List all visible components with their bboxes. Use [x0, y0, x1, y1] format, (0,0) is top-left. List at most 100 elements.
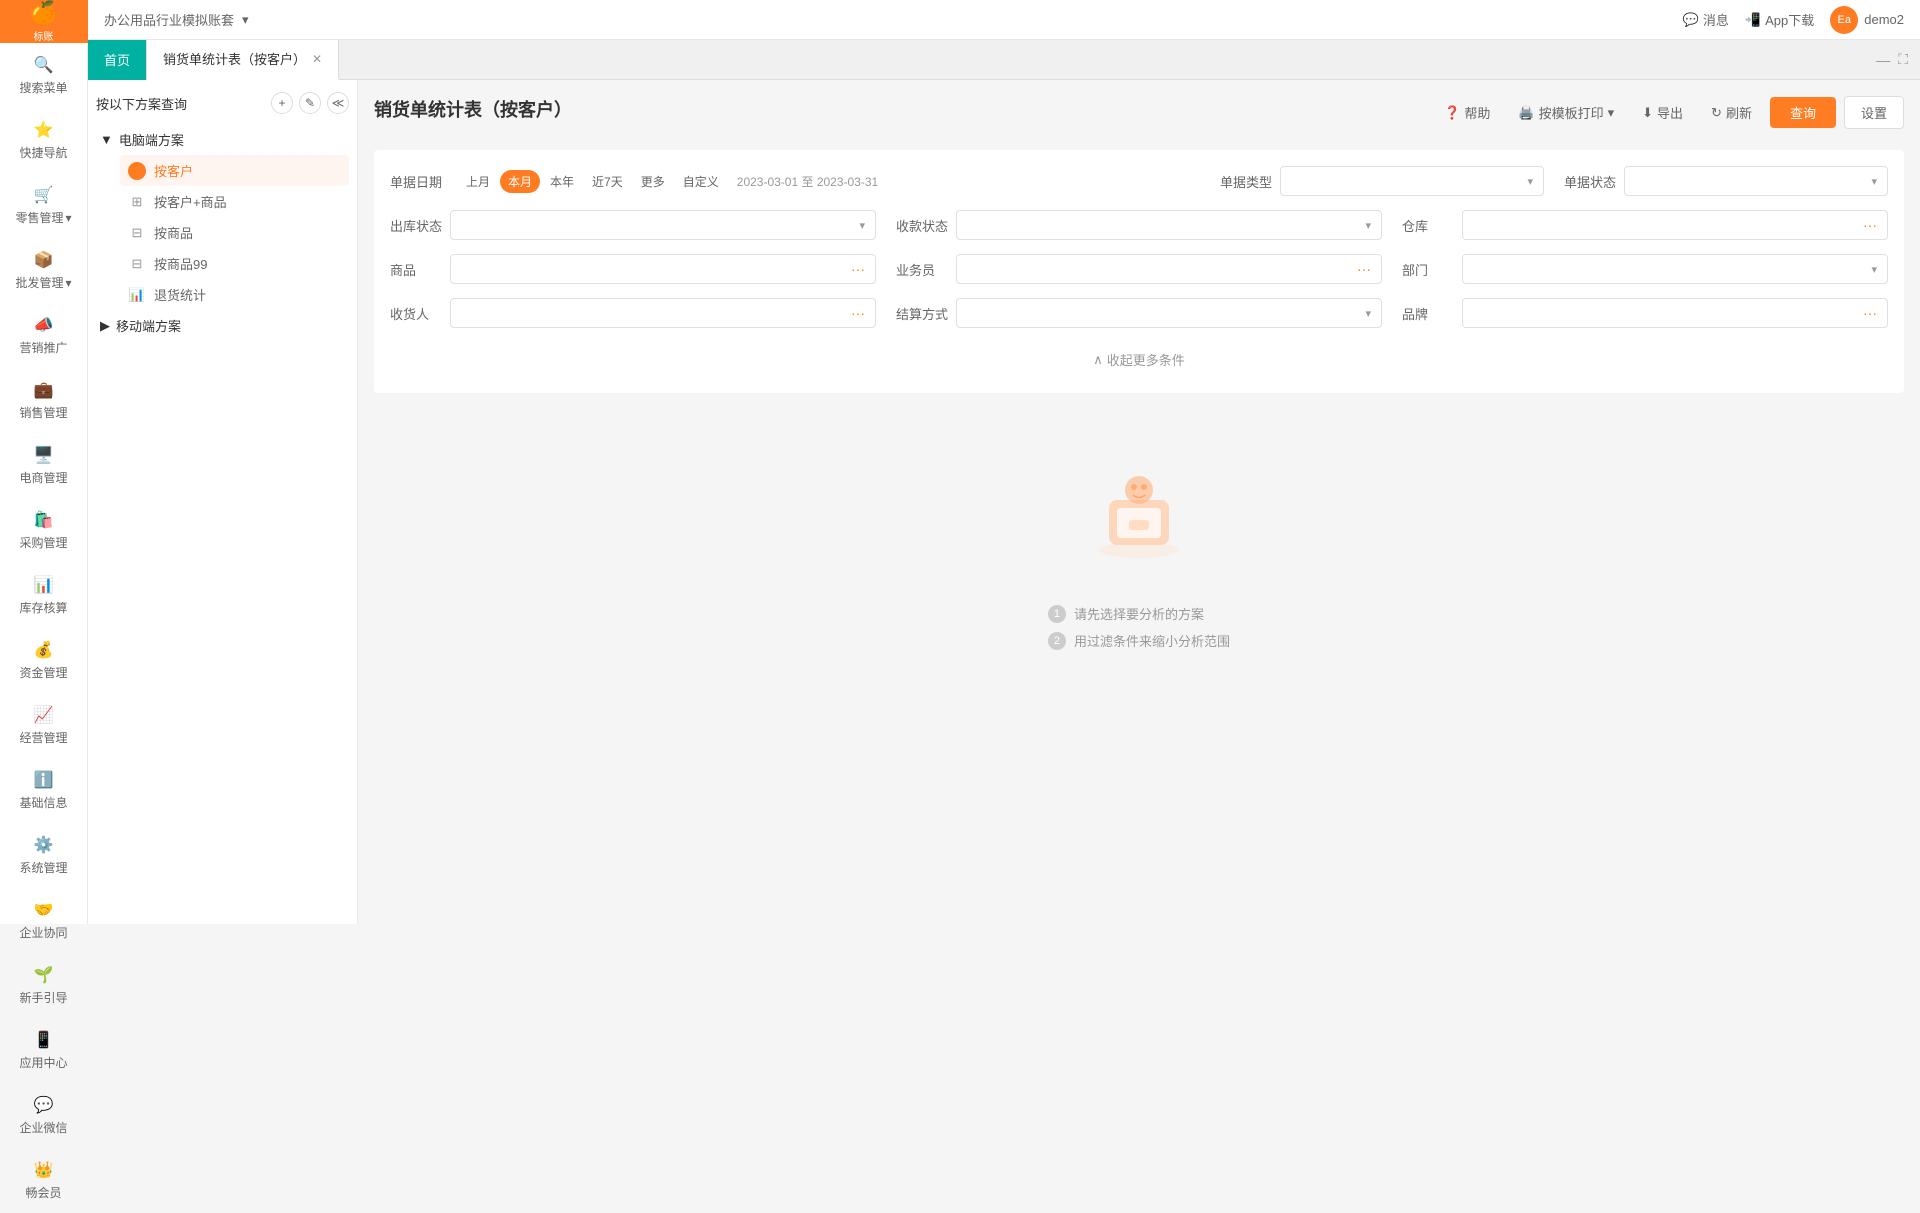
maximize-icon[interactable]: ⛶ [1898, 51, 1908, 68]
scheme-by-goods[interactable]: ⊟ 按商品 [120, 217, 349, 248]
app-download-btn[interactable]: 📲 App下载 [1745, 10, 1814, 29]
sidebar-item-basic[interactable]: ℹ️ 基础信息 [0, 758, 87, 823]
sidebar-item-sales[interactable]: 💼 销售管理 [0, 368, 87, 433]
doc-status-select[interactable]: ▾ [1624, 166, 1888, 196]
date-btn-current-year[interactable]: 本年 [542, 170, 582, 193]
doc-type-select[interactable]: ▾ [1280, 166, 1544, 196]
inventory-icon: 📊 [34, 575, 54, 595]
minimize-icon[interactable]: — [1876, 52, 1890, 68]
refresh-label: 刷新 [1726, 103, 1752, 122]
tab-stats[interactable]: 销货单统计表（按客户） ✕ [147, 40, 339, 80]
sidebar-item-enterprise[interactable]: 🤝 企业协同 [0, 888, 87, 953]
retail-arrow-icon: ▾ [65, 211, 71, 225]
date-range-text: 2023-03-01 至 2023-03-31 [737, 173, 878, 190]
message-icon: 💬 [1683, 12, 1699, 28]
out-status-arrow-icon: ▾ [859, 219, 865, 232]
sidebar-item-system-label: 系统管理 [19, 859, 67, 876]
warehouse-input[interactable]: ··· [1462, 210, 1888, 240]
scheme-by-customer[interactable]: 客 按客户 [120, 155, 349, 186]
goods-input[interactable]: ··· [450, 254, 876, 284]
brand-input[interactable]: ··· [1462, 298, 1888, 328]
return-stats-label: 退货统计 [154, 285, 206, 304]
date-btn-prev-month[interactable]: 上月 [458, 170, 498, 193]
sidebar-item-ecommerce[interactable]: 🖥️ 电商管理 [0, 433, 87, 498]
left-panel-header: 按以下方案查询 + ✎ ≪ [96, 92, 349, 114]
refresh-btn[interactable]: ↻ 刷新 [1701, 99, 1762, 126]
sidebar-item-retail[interactable]: 🛒 零售管理 ▾ [0, 173, 87, 238]
settings-btn[interactable]: 设置 [1844, 96, 1904, 129]
message-label: 消息 [1703, 10, 1729, 29]
date-label: 单据日期 [390, 172, 450, 191]
industry-title: 办公用品行业模拟账套 [104, 10, 234, 29]
newbie-icon: 🌱 [34, 965, 54, 985]
enterprise-icon: 🤝 [34, 900, 54, 920]
tab-close-icon[interactable]: ✕ [312, 52, 322, 66]
warehouse-label: 仓库 [1402, 216, 1462, 235]
filter-payment: 结算方式 ▾ [896, 298, 1382, 328]
wholesale-arrow-icon: ▾ [65, 276, 71, 290]
sidebar-item-finance[interactable]: 💰 资金管理 [0, 628, 87, 693]
message-btn[interactable]: 💬 消息 [1683, 10, 1729, 29]
out-status-label: 出库状态 [390, 216, 450, 235]
mobile-schemes-toggle[interactable]: ▶ 移动端方案 [96, 310, 349, 341]
top-header: 办公用品行业模拟账套 ▾ 💬 消息 📲 App下载 Ea demo2 [88, 0, 1920, 40]
collapse-filters-btn[interactable]: ∧ 收起更多条件 [390, 342, 1888, 377]
query-btn[interactable]: 查询 [1770, 97, 1836, 128]
sidebar-item-wechat[interactable]: 💬 企业微信 [0, 1083, 87, 1148]
sidebar-item-retail-label: 零售管理 [15, 209, 63, 226]
tab-home[interactable]: 首页 [88, 40, 147, 80]
scheme-by-customer-goods[interactable]: ⊞ 按客户+商品 [120, 186, 349, 217]
tab-stats-label: 销货单统计表（按客户） [163, 49, 306, 68]
filter-warehouse: 仓库 ··· [1402, 210, 1888, 240]
desktop-schemes-toggle[interactable]: ▼ 电脑端方案 [96, 124, 349, 155]
date-btn-7days[interactable]: 近7天 [584, 170, 631, 193]
left-panel: 按以下方案查询 + ✎ ≪ ▼ 电脑端方案 [88, 80, 358, 924]
filter-out-status: 出库状态 ▾ [390, 210, 876, 240]
sidebar-item-system[interactable]: ⚙️ 系统管理 [0, 823, 87, 888]
sidebar-item-operations[interactable]: 📈 经营管理 [0, 693, 87, 758]
receive-status-select[interactable]: ▾ [956, 210, 1382, 240]
collapse-panel-btn[interactable]: ≪ [327, 92, 349, 114]
goods-more-icon: ··· [851, 261, 865, 277]
export-btn[interactable]: ⬇ 导出 [1632, 99, 1693, 126]
filter-recipient: 收货人 ··· [390, 298, 876, 328]
filter-row-2: 出库状态 ▾ 收款状态 ▾ [390, 210, 1888, 240]
tab-home-label: 首页 [104, 50, 130, 69]
date-btn-more[interactable]: 更多 [633, 170, 673, 193]
out-status-select[interactable]: ▾ [450, 210, 876, 240]
sidebar-item-quick-nav[interactable]: ⭐ 快捷导航 [0, 108, 87, 173]
content-right: 销货单统计表（按客户） ❓ 帮助 🖨️ 按模板打印 ▾ ⬇ 导出 [358, 80, 1920, 924]
header-right: 💬 消息 📲 App下载 Ea demo2 [1683, 6, 1904, 34]
sidebar-item-purchase[interactable]: 🛍️ 采购管理 [0, 498, 87, 563]
recipient-input[interactable]: ··· [450, 298, 876, 328]
main-area: 办公用品行业模拟账套 ▾ 💬 消息 📲 App下载 Ea demo2 首页 [88, 0, 1920, 924]
return-stats-icon: 📊 [128, 286, 146, 304]
filter-card: 单据日期 上月 本月 本年 近7天 更多 自定义 2023-03-01 至 20… [374, 150, 1904, 393]
department-select[interactable]: ▾ [1462, 254, 1888, 284]
edit-scheme-btn[interactable]: ✎ [299, 92, 321, 114]
user-profile[interactable]: Ea demo2 [1830, 6, 1904, 34]
quick-nav-icon: ⭐ [34, 120, 54, 140]
sidebar-item-newbie[interactable]: 🌱 新手引导 [0, 953, 87, 1018]
sidebar-item-inventory[interactable]: 📊 库存核算 [0, 563, 87, 628]
empty-state: 1 请先选择要分析的方案 2 用过滤条件来缩小分析范围 [374, 405, 1904, 710]
filter-date: 单据日期 上月 本月 本年 近7天 更多 自定义 2023-03-01 至 20… [390, 170, 1200, 193]
logo[interactable]: 🍊 标账 [0, 0, 88, 43]
hint-num-2: 2 [1048, 632, 1066, 650]
scheme-by-goods99[interactable]: ⊟ 按商品99 [120, 248, 349, 279]
operations-icon: 📈 [34, 705, 54, 725]
payment-select[interactable]: ▾ [956, 298, 1382, 328]
scheme-return-stats[interactable]: 📊 退货统计 [120, 279, 349, 310]
sidebar-item-marketing[interactable]: 📣 营销推广 [0, 303, 87, 368]
sidebar-item-wholesale[interactable]: 📦 批发管理 ▾ [0, 238, 87, 303]
date-btn-custom[interactable]: 自定义 [675, 170, 727, 193]
sidebar-item-app-center[interactable]: 📱 应用中心 [0, 1018, 87, 1083]
industry-selector[interactable]: 办公用品行业模拟账套 ▾ [104, 10, 249, 29]
sidebar-item-search[interactable]: 🔍 搜索菜单 [0, 43, 87, 108]
sidebar-item-member[interactable]: 👑 畅会员 [0, 1148, 87, 1213]
add-scheme-btn[interactable]: + [271, 92, 293, 114]
salesperson-input[interactable]: ··· [956, 254, 1382, 284]
print-btn[interactable]: 🖨️ 按模板打印 ▾ [1508, 99, 1624, 126]
date-btn-current-month[interactable]: 本月 [500, 170, 540, 193]
help-btn[interactable]: ❓ 帮助 [1434, 99, 1500, 126]
